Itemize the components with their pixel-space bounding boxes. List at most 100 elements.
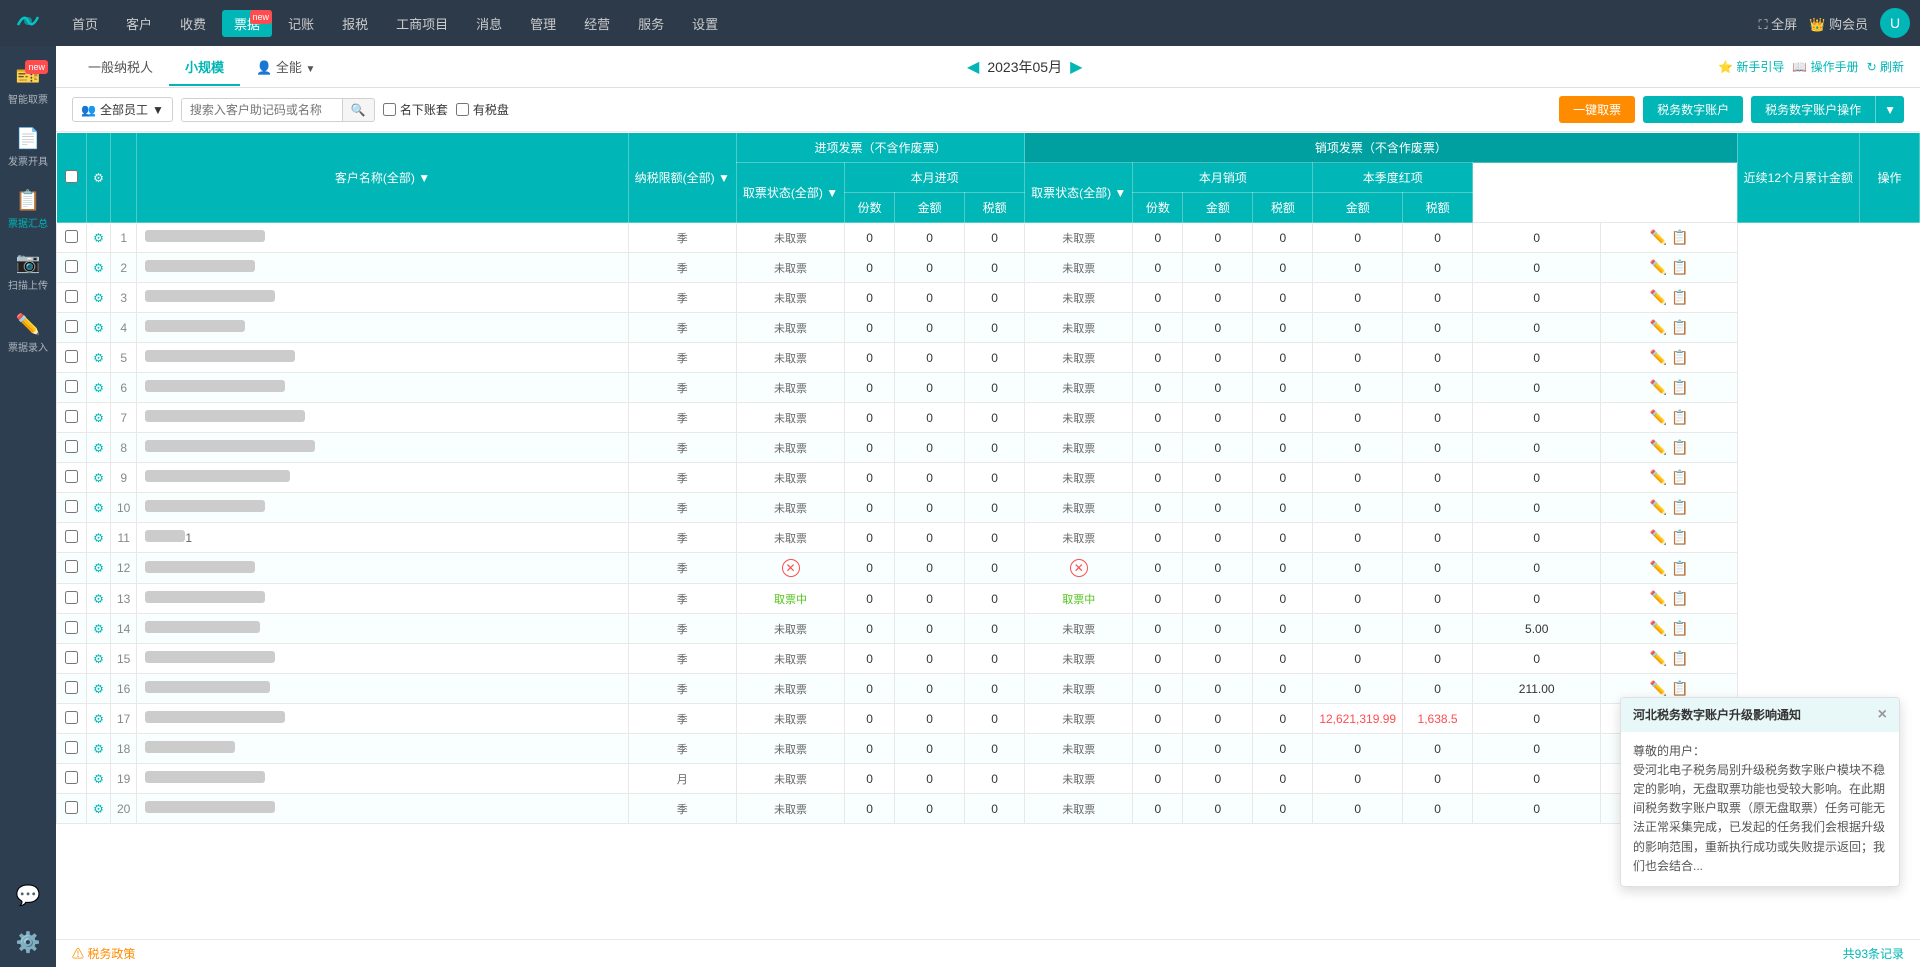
buy-member-button[interactable]: 👑 购会员 [1809, 14, 1868, 33]
staff-select[interactable]: 👥 全部员工 ▼ [72, 97, 173, 122]
copy-icon-11[interactable]: 📋 [1671, 529, 1688, 546]
user-avatar[interactable]: U [1880, 8, 1910, 38]
nav-billing[interactable]: 收费 [168, 10, 218, 37]
sidebar-item-smart-ticket[interactable]: 🎫 智能取票 new [0, 54, 56, 116]
copy-icon-10[interactable]: 📋 [1671, 499, 1688, 516]
edit-icon-8[interactable]: ✏️ [1650, 439, 1667, 456]
copy-icon-6[interactable]: 📋 [1671, 379, 1688, 396]
edit-icon-13[interactable]: ✏️ [1650, 590, 1667, 607]
nav-management[interactable]: 管理 [518, 10, 568, 37]
row-checkbox-16[interactable] [65, 681, 78, 694]
th-output-status[interactable]: 取票状态(全部) ▼ [1025, 163, 1133, 223]
row-checkbox-10[interactable] [65, 500, 78, 513]
copy-icon-12[interactable]: 📋 [1671, 560, 1688, 577]
sidebar-item-message[interactable]: 💬 [0, 873, 56, 920]
sidebar-item-scan-upload[interactable]: 📷 扫描上传 [0, 240, 56, 302]
row-checkbox-12[interactable] [65, 560, 78, 573]
row-checkbox-9[interactable] [65, 470, 78, 483]
edit-icon-5[interactable]: ✏️ [1650, 349, 1667, 366]
row-checkbox-11[interactable] [65, 530, 78, 543]
edit-icon-15[interactable]: ✏️ [1650, 650, 1667, 667]
nav-business[interactable]: 工商项目 [384, 10, 460, 37]
date-next-button[interactable]: ▶ [1070, 57, 1082, 77]
edit-icon-1[interactable]: ✏️ [1650, 229, 1667, 246]
copy-icon-7[interactable]: 📋 [1671, 409, 1688, 426]
copy-icon-9[interactable]: 📋 [1671, 469, 1688, 486]
row-checkbox-13[interactable] [65, 591, 78, 604]
copy-icon-5[interactable]: 📋 [1671, 349, 1688, 366]
copy-icon-3[interactable]: 📋 [1671, 289, 1688, 306]
row-checkbox-6[interactable] [65, 380, 78, 393]
checkbox-has-tax-disk-input[interactable] [456, 103, 469, 116]
tab-all-capability[interactable]: 👤 全能 ▼ [240, 49, 331, 86]
edit-icon-16[interactable]: ✏️ [1650, 680, 1667, 697]
sidebar-item-invoice-summary[interactable]: 📋 票据汇总 [0, 178, 56, 240]
th-tax-limit[interactable]: 纳税限额(全部) ▼ [628, 133, 736, 223]
tab-general-taxpayer[interactable]: 一般纳税人 [72, 49, 169, 86]
edit-icon-4[interactable]: ✏️ [1650, 319, 1667, 336]
search-button[interactable]: 🔍 [342, 99, 374, 121]
th-client[interactable]: 客户名称(全部) ▼ [137, 133, 628, 223]
nav-service[interactable]: 服务 [626, 10, 676, 37]
nav-settings[interactable]: 设置 [680, 10, 730, 37]
row-checkbox-3[interactable] [65, 290, 78, 303]
checkbox-has-tax-disk[interactable]: 有税盘 [456, 101, 509, 118]
tax-digital-op-dropdown[interactable]: ▼ [1875, 96, 1904, 123]
sidebar-item-invoice-entry[interactable]: ✏️ 票据录入 [0, 302, 56, 364]
link-refresh[interactable]: ↻ 刷新 [1867, 58, 1904, 75]
edit-icon-3[interactable]: ✏️ [1650, 289, 1667, 306]
edit-icon-12[interactable]: ✏️ [1650, 560, 1667, 577]
checkbox-sub-accounts[interactable]: 名下账套 [383, 101, 448, 118]
nav-accounting[interactable]: 记账 [276, 10, 326, 37]
tax-digital-account-button[interactable]: 税务数字账户 [1643, 96, 1743, 123]
edit-icon-9[interactable]: ✏️ [1650, 469, 1667, 486]
nav-client[interactable]: 客户 [114, 10, 164, 37]
copy-icon-2[interactable]: 📋 [1671, 259, 1688, 276]
row-checkbox-7[interactable] [65, 410, 78, 423]
edit-icon-6[interactable]: ✏️ [1650, 379, 1667, 396]
copy-icon-8[interactable]: 📋 [1671, 439, 1688, 456]
nav-invoice[interactable]: 票据 new [222, 10, 272, 37]
sidebar-item-settings[interactable]: ⚙️ [0, 920, 56, 967]
app-logo[interactable] [10, 3, 50, 43]
edit-icon-7[interactable]: ✏️ [1650, 409, 1667, 426]
search-input[interactable] [182, 99, 342, 121]
tax-digital-op-button[interactable]: 税务数字账户操作 [1751, 96, 1875, 123]
nav-message[interactable]: 消息 [464, 10, 514, 37]
link-beginner-guide[interactable]: ⭐ 新手引导 [1718, 58, 1784, 75]
row-checkbox-8[interactable] [65, 440, 78, 453]
one-key-ticket-button[interactable]: 一键取票 [1559, 96, 1635, 123]
row-checkbox-2[interactable] [65, 260, 78, 273]
copy-icon-15[interactable]: 📋 [1671, 650, 1688, 667]
copy-icon-14[interactable]: 📋 [1671, 620, 1688, 637]
row-checkbox-20[interactable] [65, 801, 78, 814]
row-checkbox-18[interactable] [65, 741, 78, 754]
nav-tax[interactable]: 报税 [330, 10, 380, 37]
row-checkbox-19[interactable] [65, 771, 78, 784]
copy-icon-16[interactable]: 📋 [1671, 680, 1688, 697]
row-checkbox-5[interactable] [65, 350, 78, 363]
edit-icon-2[interactable]: ✏️ [1650, 259, 1667, 276]
row-checkbox-1[interactable] [65, 230, 78, 243]
copy-icon-4[interactable]: 📋 [1671, 319, 1688, 336]
date-prev-button[interactable]: ◀ [967, 57, 979, 77]
nav-home[interactable]: 首页 [60, 10, 110, 37]
nav-operation[interactable]: 经营 [572, 10, 622, 37]
row-checkbox-4[interactable] [65, 320, 78, 333]
tab-small-scale[interactable]: 小规模 [169, 49, 240, 86]
notification-close-button[interactable]: × [1878, 706, 1887, 724]
row-checkbox-17[interactable] [65, 711, 78, 724]
row-checkbox-14[interactable] [65, 621, 78, 634]
sidebar-item-invoice-open[interactable]: 📄 发票开具 [0, 116, 56, 178]
copy-icon-1[interactable]: 📋 [1671, 229, 1688, 246]
checkbox-sub-accounts-input[interactable] [383, 103, 396, 116]
edit-icon-10[interactable]: ✏️ [1650, 499, 1667, 516]
th-input-status[interactable]: 取票状态(全部) ▼ [736, 163, 844, 223]
edit-icon-11[interactable]: ✏️ [1650, 529, 1667, 546]
fullscreen-button[interactable]: ⛶ 全屏 [1758, 14, 1797, 33]
select-all-checkbox[interactable] [65, 170, 78, 183]
link-manual[interactable]: 📖 操作手册 [1792, 58, 1858, 75]
row-checkbox-15[interactable] [65, 651, 78, 664]
tax-policy-link[interactable]: ⚠ 税务政策 [72, 945, 135, 962]
copy-icon-13[interactable]: 📋 [1671, 590, 1688, 607]
